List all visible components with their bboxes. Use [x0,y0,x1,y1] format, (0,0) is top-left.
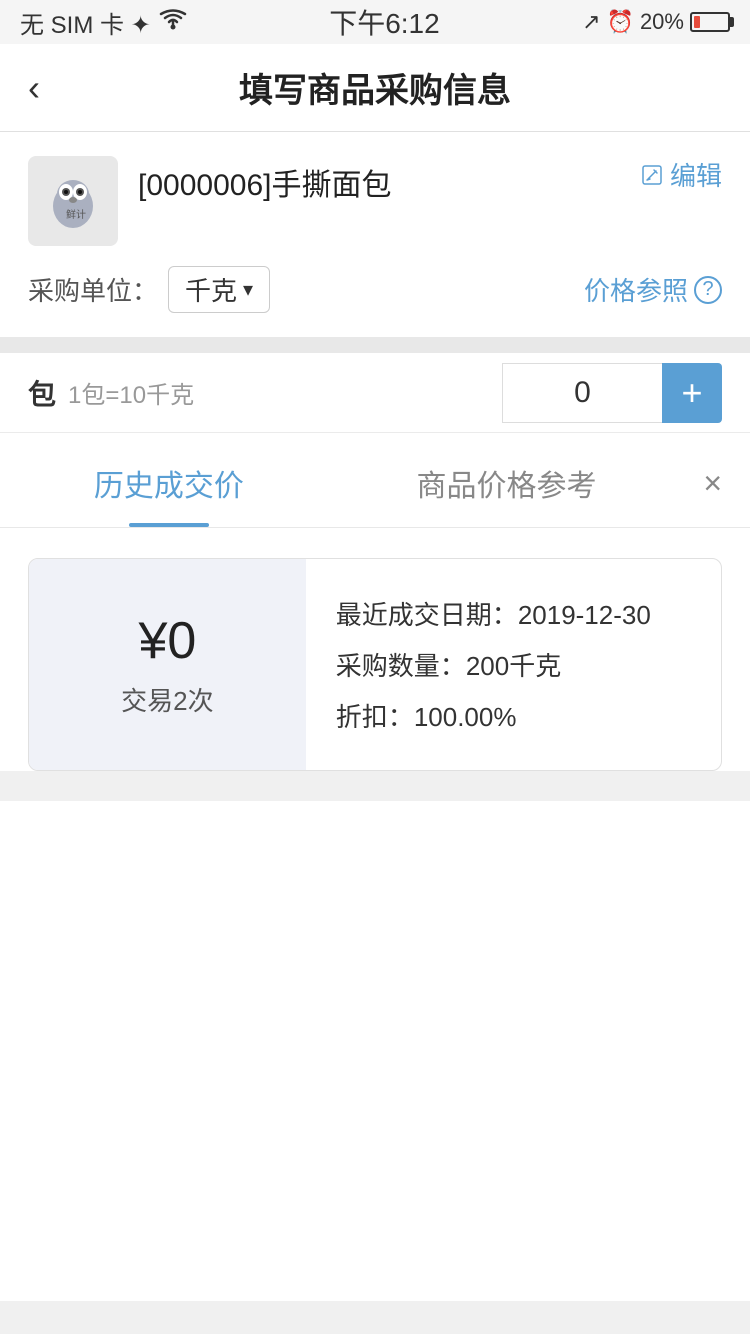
status-right: ↗ ⏰ 20% [582,9,730,35]
purchase-qty-line: 采购数量：200千克 [336,646,691,683]
edit-button[interactable]: 编辑 [640,156,722,193]
price-reference-button[interactable]: 价格参照 ? [584,271,722,308]
history-transactions: 交易2次 [121,681,213,718]
history-price: ¥0 [138,611,196,671]
battery-percent: 20% [640,9,684,35]
status-time: 下午6:12 [329,2,440,42]
quantity-row: 包 1包=10千克 0 + [0,353,750,433]
alarm-icon: ⏰ [607,9,634,35]
nav-bar: ‹ 填写商品采购信息 [0,44,750,132]
product-full-name: [0000006]手撕面包 [138,160,391,204]
unit-select-dropdown[interactable]: 千克 ▾ [168,266,270,313]
discount-line: 折扣：100.00% [336,697,691,734]
bottom-panel: 历史成交价 商品价格参考 × ¥0 交易2次 最近成交日期：2019-12-30… [0,433,750,771]
quantity-label: 包 1包=10千克 [28,373,194,413]
history-detail-section: 最近成交日期：2019-12-30 采购数量：200千克 折扣：100.00% [306,559,721,770]
quantity-controls: 0 + [502,363,722,423]
status-left: 无 SIM 卡 ✦ [20,5,187,40]
help-icon: ? [694,276,722,304]
page-title: 填写商品采购信息 [239,63,511,112]
product-thumbnail: 鲜计 [28,156,118,246]
quantity-plus-button[interactable]: + [662,363,722,423]
status-bar: 无 SIM 卡 ✦ 下午6:12 ↗ ⏰ 20% [0,0,750,44]
product-card: 鲜计 [0000006]手撕面包 编辑 采购单位： 千克 ▾ [0,132,750,337]
quantity-input[interactable]: 0 [502,363,662,423]
purchase-unit: 采购单位： 千克 ▾ [28,266,270,313]
tab-history-price[interactable]: 历史成交价 [0,433,338,527]
product-name-container: [0000006]手撕面包 [138,156,391,204]
tab-product-price-ref[interactable]: 商品价格参考 [338,433,676,527]
back-button[interactable]: ‹ [28,67,40,109]
edit-icon [640,163,664,187]
history-price-section: ¥0 交易2次 [29,559,306,770]
section-divider [0,337,750,353]
content-white-area [0,801,750,1301]
tab-row: 历史成交价 商品价格参考 × [0,433,750,528]
svg-text:鲜计: 鲜计 [66,208,86,221]
tab-close-button[interactable]: × [675,437,750,524]
recent-date-line: 最近成交日期：2019-12-30 [336,595,691,632]
location-icon: ↗ [582,9,600,35]
history-card: ¥0 交易2次 最近成交日期：2019-12-30 采购数量：200千克 折扣：… [28,558,722,771]
sim-label: 无 SIM 卡 ✦ [20,5,151,40]
wifi-icon [159,8,187,37]
product-owl-icon: 鲜计 [38,166,108,236]
product-header: 鲜计 [0000006]手撕面包 编辑 [28,156,722,246]
product-left: 鲜计 [0000006]手撕面包 [28,156,391,246]
product-meta: 采购单位： 千克 ▾ 价格参照 ? [28,266,722,313]
chevron-down-icon: ▾ [243,277,253,302]
battery-icon [690,12,730,32]
